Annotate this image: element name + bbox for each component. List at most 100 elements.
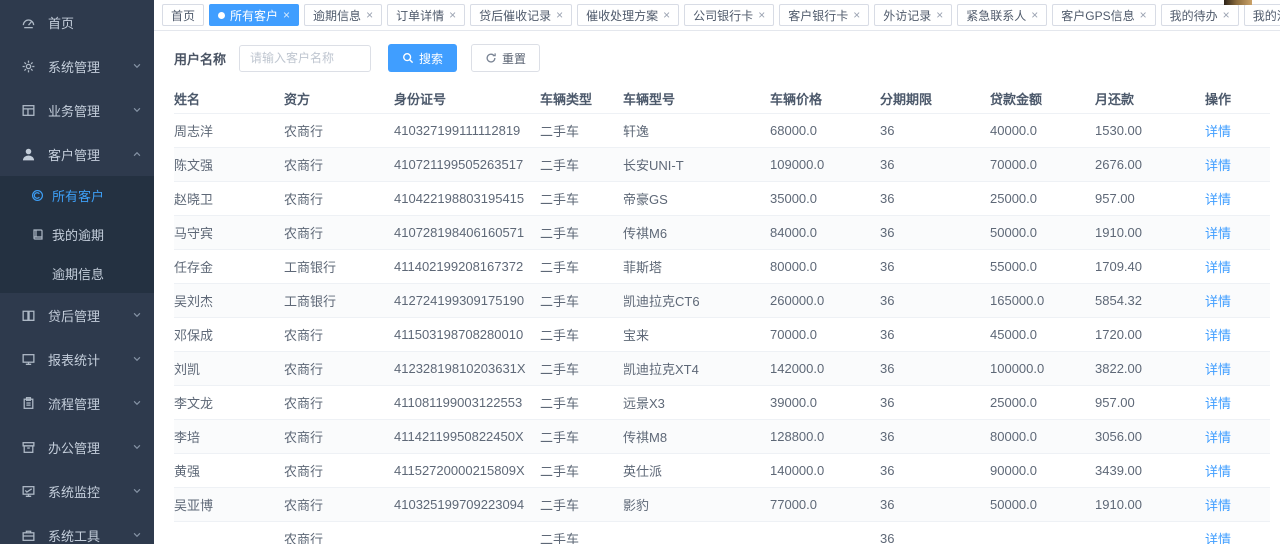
tab-close-icon[interactable]: × (556, 9, 563, 21)
table-row: 任存金工商银行411402199208167372二手车菲斯塔80000.036… (174, 249, 1270, 283)
table-row: 马守宾农商行410728198406160571二手车传祺M684000.036… (174, 215, 1270, 249)
table-cell: 41152720000215809X (394, 453, 540, 487)
table-cell: 84000.0 (770, 215, 880, 249)
table-cell: 1709.40 (1095, 249, 1205, 283)
table-cell: 41142119950822450X (394, 419, 540, 453)
action-cell: 详情 (1205, 385, 1270, 419)
tab-my-process[interactable]: 我的流程× (1244, 4, 1280, 26)
table-cell: 35000.0 (770, 181, 880, 215)
table-cell: 英仕派 (623, 453, 770, 487)
tab-order-detail[interactable]: 订单详情 × (387, 4, 465, 26)
tab-close-icon[interactable]: × (1223, 9, 1230, 21)
sidebar-subitem-my-overdue[interactable]: 我的逾期 (0, 215, 154, 254)
table-cell: 70000.0 (770, 317, 880, 351)
table-cell: 410327199111112819 (394, 113, 540, 147)
table-row: 赵晓卫农商行410422198803195415二手车帝豪GS35000.036… (174, 181, 1270, 215)
detail-link[interactable]: 详情 (1205, 260, 1231, 275)
table-cell: 影豹 (623, 487, 770, 521)
action-cell: 详情 (1205, 317, 1270, 351)
overdue-icon (31, 227, 45, 242)
sidebar-item-system-mgmt[interactable]: 系统管理 (0, 44, 154, 88)
sidebar-item-post-loan-mgmt[interactable]: 贷后管理 (0, 293, 154, 337)
tab-close-icon[interactable]: × (853, 9, 860, 21)
detail-link[interactable]: 详情 (1205, 192, 1231, 207)
main-content: 用户名称 搜索 重置 姓名资方身份证号车辆类型车辆型号车辆价格分期期限贷款金额月… (154, 31, 1280, 544)
tab-close-icon[interactable]: × (449, 9, 456, 21)
detail-link[interactable]: 详情 (1205, 362, 1231, 377)
table-cell: 80000.0 (770, 249, 880, 283)
chevron-down-icon (132, 61, 142, 71)
table-cell: 赵晓卫 (174, 181, 284, 215)
action-cell: 详情 (1205, 181, 1270, 215)
table-cell: 80000.0 (990, 419, 1095, 453)
table-cell: 1910.00 (1095, 487, 1205, 521)
detail-link[interactable]: 详情 (1205, 498, 1231, 513)
tab-all-customers[interactable]: 所有客户× (209, 4, 299, 26)
detail-link[interactable]: 详情 (1205, 294, 1231, 309)
sidebar-item-process-mgmt[interactable]: 流程管理 (0, 381, 154, 425)
action-cell: 详情 (1205, 453, 1270, 487)
tab-close-icon[interactable]: × (663, 9, 670, 21)
table-cell: 165000.0 (990, 283, 1095, 317)
table-cell: 凯迪拉克XT4 (623, 351, 770, 385)
tab-label: 订单详情 (396, 7, 444, 24)
tab-customer-bank-card[interactable]: 客户银行卡× (779, 4, 869, 26)
tab-label: 贷后催收记录 (479, 7, 551, 24)
avatar-partial[interactable] (1224, 0, 1252, 5)
sidebar-item-label: 办公管理 (48, 438, 100, 457)
reset-button[interactable]: 重置 (471, 44, 540, 72)
customer-name-input[interactable] (239, 45, 371, 72)
detail-link[interactable]: 详情 (1205, 396, 1231, 411)
tab-visit-records[interactable]: 外访记录× (874, 4, 952, 26)
tab-customer-gps[interactable]: 客户GPS信息× (1052, 4, 1155, 26)
sidebar-subitem-overdue-info[interactable]: 逾期信息 (0, 254, 154, 293)
tab-company-bank-card[interactable]: 公司银行卡× (684, 4, 774, 26)
tab-label: 我的流程 (1253, 7, 1280, 24)
table-cell: 50000.0 (990, 215, 1095, 249)
sidebar-item-system-tools[interactable]: 系统工具 (0, 513, 154, 544)
detail-link[interactable]: 详情 (1205, 532, 1231, 544)
search-button[interactable]: 搜索 (388, 44, 457, 72)
table-cell: 吴亚博 (174, 487, 284, 521)
tab-close-icon[interactable]: × (936, 9, 943, 21)
table-cell: 农商行 (284, 147, 394, 181)
sidebar-item-business-mgmt[interactable]: 业务管理 (0, 88, 154, 132)
tab-close-icon[interactable]: × (366, 9, 373, 21)
detail-link[interactable]: 详情 (1205, 464, 1231, 479)
tab-my-todo[interactable]: 我的待办× (1161, 4, 1239, 26)
tab-close-icon[interactable]: × (1140, 9, 1147, 21)
detail-link[interactable]: 详情 (1205, 226, 1231, 241)
table-cell: 工商银行 (284, 283, 394, 317)
sidebar-subitem-all-customers[interactable]: 所有客户 (0, 176, 154, 215)
dashboard-icon (21, 15, 38, 30)
detail-link[interactable]: 详情 (1205, 124, 1231, 139)
user-icon (21, 147, 38, 162)
sidebar-item-system-monitor[interactable]: 系统监控 (0, 469, 154, 513)
table-cell: 二手车 (540, 317, 623, 351)
sidebar-item-office-mgmt[interactable]: 办公管理 (0, 425, 154, 469)
sidebar-item-report-stats[interactable]: 报表统计 (0, 337, 154, 381)
action-cell: 详情 (1205, 521, 1270, 544)
table-cell: 二手车 (540, 283, 623, 317)
tab-collection-plan[interactable]: 催收处理方案× (577, 4, 679, 26)
tab-close-icon[interactable]: × (758, 9, 765, 21)
detail-link[interactable]: 详情 (1205, 430, 1231, 445)
table-cell: 菲斯塔 (623, 249, 770, 283)
table-cell: 957.00 (1095, 385, 1205, 419)
table-cell: 100000.0 (990, 351, 1095, 385)
sidebar-subitem-label: 逾期信息 (52, 264, 104, 283)
tab-overdue-info[interactable]: 逾期信息× (304, 4, 382, 26)
sidebar-item-customer-mgmt[interactable]: 客户管理 (0, 132, 154, 176)
sidebar-item-label: 系统监控 (48, 482, 100, 501)
table-cell: 农商行 (284, 385, 394, 419)
tab-close-icon[interactable]: × (283, 9, 290, 21)
detail-link[interactable]: 详情 (1205, 328, 1231, 343)
tab-emergency-contacts[interactable]: 紧急联系人× (957, 4, 1047, 26)
detail-link[interactable]: 详情 (1205, 158, 1231, 173)
table-cell: 68000.0 (770, 113, 880, 147)
tab-home[interactable]: 首页 (162, 4, 204, 26)
tab-close-icon[interactable]: × (1031, 9, 1038, 21)
tab-collection-records[interactable]: 贷后催收记录 × (470, 4, 572, 26)
sidebar-item-home[interactable]: 首页 (0, 0, 154, 44)
table-cell: 工商银行 (284, 249, 394, 283)
